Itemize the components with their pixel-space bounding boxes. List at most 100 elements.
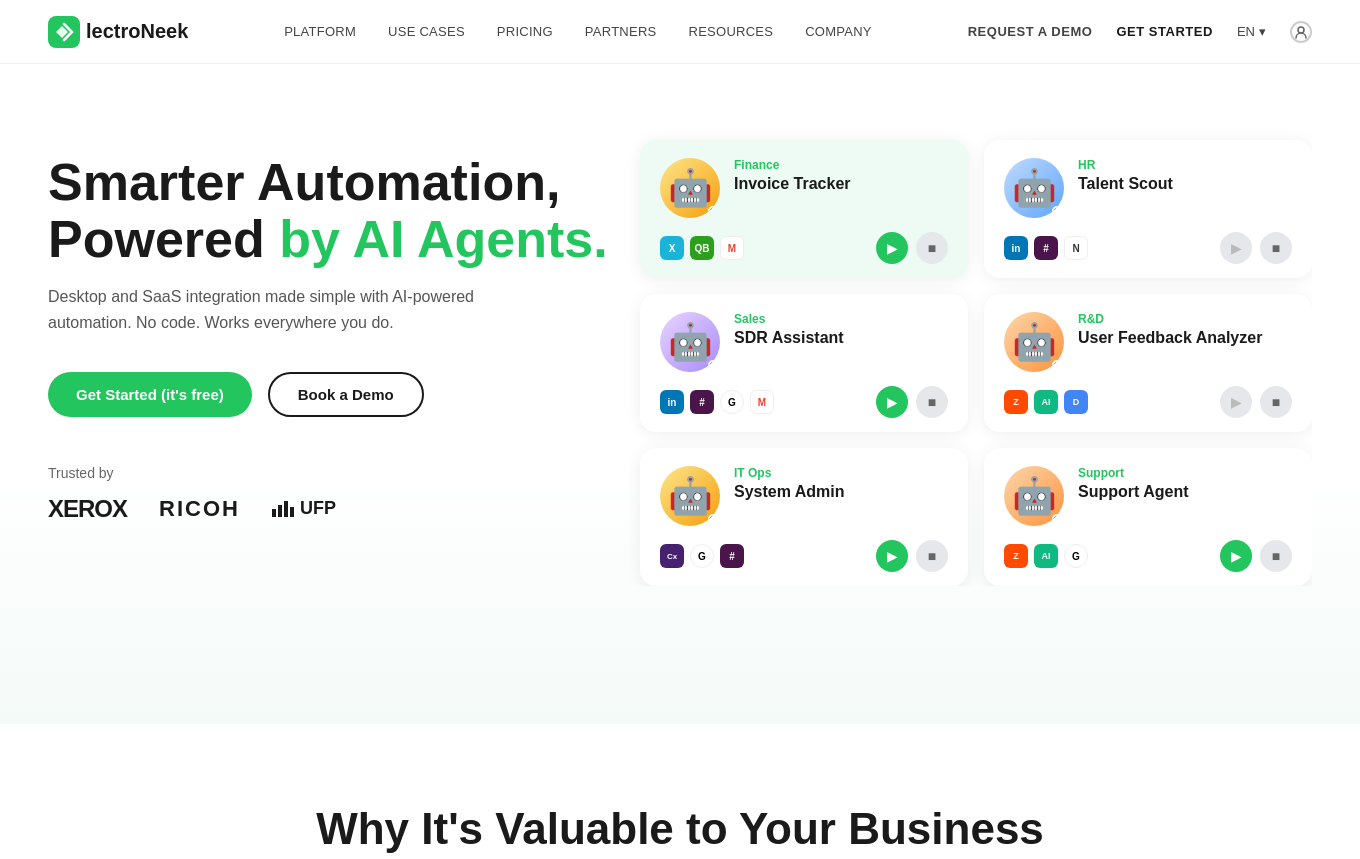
- navbar: lectroNeek PLATFORM USE CASES PRICING PA…: [0, 0, 1360, 64]
- card-category-support: Support: [1078, 466, 1292, 480]
- agent-card-itops: 🤖 IT Ops System Admin Cx G # ▶ ■: [640, 448, 968, 586]
- play-button-support[interactable]: ▶: [1220, 540, 1252, 572]
- card-actions-support: ▶ ■: [1220, 540, 1292, 572]
- quickbooks-icon: QB: [690, 236, 714, 260]
- card-category-itops: IT Ops: [734, 466, 948, 480]
- card-icons-sales: in # G M: [660, 390, 774, 414]
- avatar-itops: 🤖: [660, 466, 720, 526]
- nav-partners[interactable]: PARTNERS: [585, 24, 657, 39]
- hero-section: Smarter Automation, Powered by AI Agents…: [0, 64, 1360, 724]
- card-title-support: Support Agent: [1078, 482, 1292, 501]
- status-dot-sales: [708, 360, 718, 370]
- card-top-hr: 🤖 HR Talent Scout: [1004, 158, 1292, 218]
- nav-company[interactable]: COMPANY: [805, 24, 872, 39]
- card-actions-hr: ▶ ■: [1220, 232, 1292, 264]
- card-category-rd: R&D: [1078, 312, 1292, 326]
- stop-button-support[interactable]: ■: [1260, 540, 1292, 572]
- card-top-sales: 🤖 Sales SDR Assistant: [660, 312, 948, 372]
- play-button-sales[interactable]: ▶: [876, 386, 908, 418]
- play-button-itops[interactable]: ▶: [876, 540, 908, 572]
- chevron-down-icon: ▾: [1259, 24, 1266, 39]
- gmail-icon-sales: M: [750, 390, 774, 414]
- avatar-hr: 🤖: [1004, 158, 1064, 218]
- ricoh-logo: RICOH: [159, 496, 240, 522]
- xerox-logo: XEROX: [48, 495, 127, 523]
- card-category-sales: Sales: [734, 312, 948, 326]
- avatar-sales: 🤖: [660, 312, 720, 372]
- doc-icon: D: [1064, 390, 1088, 414]
- card-top-itops: 🤖 IT Ops System Admin: [660, 466, 948, 526]
- card-title-rd: User Feedback Analyzer: [1078, 328, 1292, 347]
- hero-subtitle: Desktop and SaaS integration made simple…: [48, 284, 528, 335]
- card-icons-hr: in # N: [1004, 236, 1088, 260]
- zapier-icon-support: Z: [1004, 544, 1028, 568]
- card-info-hr: HR Talent Scout: [1078, 158, 1292, 193]
- language-selector[interactable]: EN ▾: [1237, 24, 1266, 39]
- book-demo-button[interactable]: Book a Demo: [268, 372, 424, 417]
- status-dot-rd: [1052, 360, 1062, 370]
- slack-icon-sales: #: [690, 390, 714, 414]
- get-started-link[interactable]: GET STARTED: [1116, 24, 1212, 39]
- card-bottom-sales: in # G M ▶ ■: [660, 386, 948, 418]
- play-button-hr[interactable]: ▶: [1220, 232, 1252, 264]
- stop-button-finance[interactable]: ■: [916, 232, 948, 264]
- logo-link[interactable]: lectroNeek: [48, 16, 188, 48]
- card-actions-sales: ▶ ■: [876, 386, 948, 418]
- nav-right: REQUEST A DEMO GET STARTED EN ▾: [968, 21, 1312, 43]
- stop-button-itops[interactable]: ■: [916, 540, 948, 572]
- trusted-label: Trusted by: [48, 465, 608, 481]
- status-dot-itops: [708, 514, 718, 524]
- chrome-icon-support: G: [1064, 544, 1088, 568]
- nav-use-cases[interactable]: USE CASES: [388, 24, 465, 39]
- agent-card-sales: 🤖 Sales SDR Assistant in # G M ▶ ■: [640, 294, 968, 432]
- card-info-rd: R&D User Feedback Analyzer: [1078, 312, 1292, 347]
- card-icons-rd: Z AI D: [1004, 390, 1088, 414]
- card-category-hr: HR: [1078, 158, 1292, 172]
- hero-title-line2-plain: Powered: [48, 210, 279, 268]
- play-button-rd[interactable]: ▶: [1220, 386, 1252, 418]
- trusted-logos: XEROX RICOH UFP: [48, 495, 608, 523]
- card-bottom-rd: Z AI D ▶ ■: [1004, 386, 1292, 418]
- card-bottom-finance: X QB M ▶ ■: [660, 232, 948, 264]
- card-bottom-hr: in # N ▶ ■: [1004, 232, 1292, 264]
- agent-card-support: 🤖 Support Support Agent Z AI G ▶ ■: [984, 448, 1312, 586]
- card-title-itops: System Admin: [734, 482, 948, 501]
- nav-resources[interactable]: RESOURCES: [689, 24, 774, 39]
- why-title: Why It's Valuable to Your Business: [48, 804, 1312, 854]
- ai-icon: AI: [1034, 390, 1058, 414]
- nav-platform[interactable]: PLATFORM: [284, 24, 356, 39]
- hero-left: Smarter Automation, Powered by AI Agents…: [48, 124, 608, 523]
- card-actions-finance: ▶ ■: [876, 232, 948, 264]
- get-started-button[interactable]: Get Started (it's free): [48, 372, 252, 417]
- card-actions-itops: ▶ ■: [876, 540, 948, 572]
- slack-icon: #: [1034, 236, 1058, 260]
- stop-button-hr[interactable]: ■: [1260, 232, 1292, 264]
- logo-icon: [48, 16, 80, 48]
- card-title-hr: Talent Scout: [1078, 174, 1292, 193]
- card-actions-rd: ▶ ■: [1220, 386, 1292, 418]
- stop-button-sales[interactable]: ■: [916, 386, 948, 418]
- stop-button-rd[interactable]: ■: [1260, 386, 1292, 418]
- user-account-icon[interactable]: [1290, 21, 1312, 43]
- card-icons-finance: X QB M: [660, 236, 744, 260]
- chrome-icon-sales: G: [720, 390, 744, 414]
- agent-cards-grid: 🤖 Finance Invoice Tracker X QB M ▶ ■: [608, 124, 1312, 586]
- card-info-itops: IT Ops System Admin: [734, 466, 948, 501]
- card-top-support: 🤖 Support Support Agent: [1004, 466, 1292, 526]
- request-demo-link[interactable]: REQUEST A DEMO: [968, 24, 1093, 39]
- linkedin-icon: in: [1004, 236, 1028, 260]
- nav-pricing[interactable]: PRICING: [497, 24, 553, 39]
- hero-title-line1: Smarter Automation,: [48, 153, 560, 211]
- ufp-bars-icon: [272, 501, 294, 517]
- play-button-finance[interactable]: ▶: [876, 232, 908, 264]
- chrome-icon-itops: G: [690, 544, 714, 568]
- xero-icon: X: [660, 236, 684, 260]
- logo-text: lectroNeek: [86, 20, 188, 43]
- card-icons-itops: Cx G #: [660, 544, 744, 568]
- svg-point-1: [1298, 27, 1304, 33]
- ai-icon-support: AI: [1034, 544, 1058, 568]
- ufp-logo: UFP: [272, 498, 336, 519]
- card-top-finance: 🤖 Finance Invoice Tracker: [660, 158, 948, 218]
- slack-icon-itops: #: [720, 544, 744, 568]
- hero-title-accent: by AI Agents.: [279, 210, 607, 268]
